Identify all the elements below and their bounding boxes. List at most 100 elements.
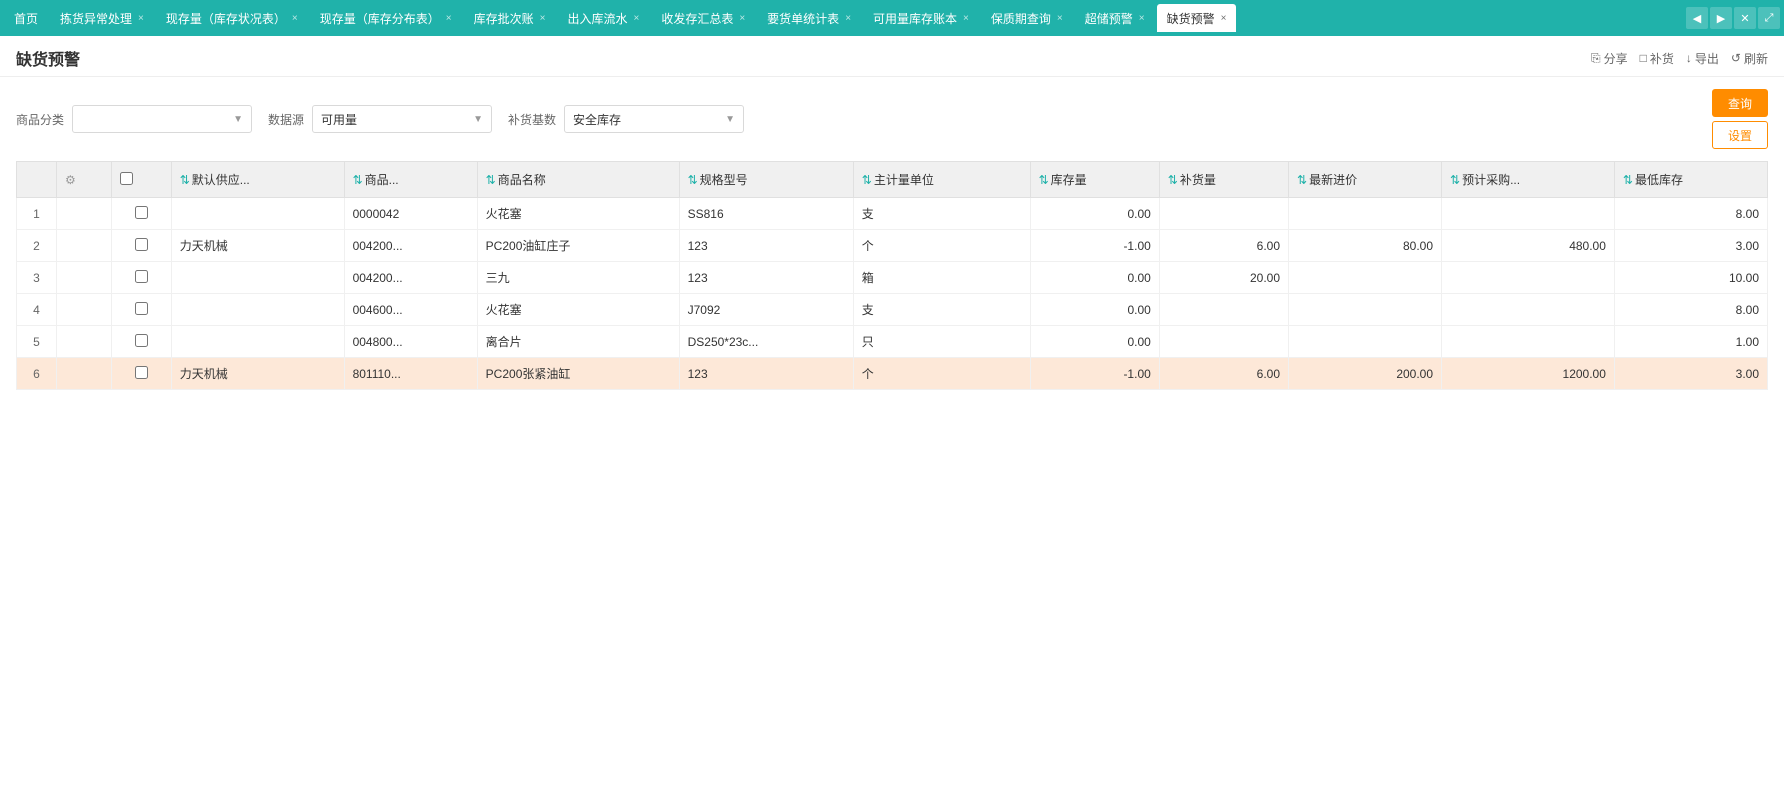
row-cb-2[interactable] (135, 238, 148, 251)
tab-label-batch-account: 库存批次账 (474, 10, 534, 27)
tab-close-demand-stat[interactable]: × (845, 13, 851, 24)
tab-expiry[interactable]: 保质期查询× (981, 4, 1073, 32)
cell-stock_qty-2: -1.00 (1030, 230, 1159, 262)
tab-shortage[interactable]: 缺货预警× (1157, 4, 1237, 32)
cell-min_stock-1: 8.00 (1614, 198, 1767, 230)
row-checkbox-5[interactable] (112, 326, 172, 358)
tab-expand-button[interactable]: ⤢ (1758, 7, 1780, 29)
tab-prev-button[interactable]: ◀ (1686, 7, 1708, 29)
col-header-product_name[interactable]: ⇅商品名称 (477, 162, 679, 198)
row-settings-6 (57, 358, 112, 390)
col-label-spec: 规格型号 (700, 173, 748, 187)
datasource-select[interactable]: 可用量 ▼ (312, 105, 492, 133)
tab-close-overstock[interactable]: × (1139, 13, 1145, 24)
tab-overstock[interactable]: 超储预警 × (1075, 4, 1155, 32)
tab-close-batch-account[interactable]: × (540, 13, 546, 24)
tab-available-ledger[interactable]: 可用量库存账本 × (863, 4, 979, 32)
tab-inventory-status[interactable]: 现存量（库存状况表）× (156, 4, 308, 32)
select-all-checkbox[interactable] (120, 172, 133, 185)
export-button[interactable]: ↓ 导出 (1686, 50, 1719, 67)
tab-home[interactable]: 首页 (4, 4, 48, 32)
tab-close-available-ledger[interactable]: × (963, 13, 969, 24)
sort-icon-latest_price: ⇅ (1297, 173, 1307, 187)
tab-next-button[interactable]: ▶ (1710, 7, 1732, 29)
settings-button[interactable]: 设置 (1712, 121, 1768, 149)
tab-abnormal[interactable]: 拣货异常处理× (50, 4, 154, 32)
tab-inventory-dist[interactable]: 现存量（库存分布表）× (310, 4, 462, 32)
tab-flow[interactable]: 出入库流水× (557, 4, 649, 32)
col-header-unit[interactable]: ⇅主计量单位 (853, 162, 1030, 198)
tab-close-receipt-summary[interactable]: × (739, 13, 745, 24)
refresh-icon: ↺ (1731, 51, 1741, 65)
cell-spec-1: SS816 (679, 198, 853, 230)
cell-unit-5: 只 (853, 326, 1030, 358)
tab-batch-account[interactable]: 库存批次账 × (464, 4, 556, 32)
share-button[interactable]: ⎘ 分享 (1591, 50, 1628, 67)
tab-label-overstock: 超储预警 (1085, 10, 1133, 27)
cell-latest_price-5 (1289, 326, 1442, 358)
row-checkbox-3[interactable] (112, 262, 172, 294)
row-cb-5[interactable] (135, 334, 148, 347)
tab-close-flow[interactable]: × (633, 13, 639, 24)
cell-min_stock-6: 3.00 (1614, 358, 1767, 390)
col-label-stock_qty: 库存量 (1051, 173, 1087, 187)
row-cb-1[interactable] (135, 206, 148, 219)
tab-close-inventory-status[interactable]: × (292, 13, 298, 24)
tab-label-available-ledger: 可用量库存账本 (873, 10, 957, 27)
refresh-button[interactable]: ↺ 刷新 (1731, 50, 1768, 67)
cell-default_supplier-1 (171, 198, 344, 230)
tab-close-button[interactable]: ✕ (1734, 7, 1756, 29)
row-checkbox-2[interactable] (112, 230, 172, 262)
row-checkbox-1[interactable] (112, 198, 172, 230)
tab-close-shortage[interactable]: × (1221, 13, 1227, 24)
tab-demand-stat[interactable]: 要货单统计表× (757, 4, 861, 32)
search-button[interactable]: 查询 (1712, 89, 1768, 117)
row-cb-4[interactable] (135, 302, 148, 315)
sort-icon-stock_qty: ⇅ (1039, 173, 1049, 187)
sort-icon-unit: ⇅ (862, 173, 872, 187)
tab-label-home: 首页 (14, 10, 38, 27)
cell-default_supplier-2: 力天机械 (171, 230, 344, 262)
replenish-button[interactable]: □ 补货 (1640, 50, 1674, 67)
cell-unit-2: 个 (853, 230, 1030, 262)
cell-min_stock-5: 1.00 (1614, 326, 1767, 358)
sort-icon-est_purchase: ⇅ (1450, 173, 1460, 187)
category-select[interactable]: ▼ (72, 105, 252, 133)
main-content: 缺货预警 ⎘ 分享 □ 补货 ↓ 导出 ↺ 刷新 商品分类 (0, 36, 1784, 796)
cell-est_purchase-5 (1442, 326, 1615, 358)
col-header-stock_qty[interactable]: ⇅库存量 (1030, 162, 1159, 198)
tab-close-expiry[interactable]: × (1057, 13, 1063, 24)
replenish-icon: □ (1640, 51, 1647, 65)
col-header-replenish_qty[interactable]: ⇅补货量 (1159, 162, 1288, 198)
col-header-default_supplier[interactable]: ⇅默认供应... (171, 162, 344, 198)
sort-icon-min_stock: ⇅ (1623, 173, 1633, 187)
row-checkbox-4[interactable] (112, 294, 172, 326)
tab-close-inventory-dist[interactable]: × (446, 13, 452, 24)
tab-receipt-summary[interactable]: 收发存汇总表× (651, 4, 755, 32)
row-settings-3 (57, 262, 112, 294)
table-body: 10000042火花塞SS816支0.008.002力天机械004200...P… (17, 198, 1768, 390)
col-header-product_code[interactable]: ⇅商品... (344, 162, 477, 198)
cell-min_stock-3: 10.00 (1614, 262, 1767, 294)
row-cb-3[interactable] (135, 270, 148, 283)
table-row: 3004200...三九123箱0.0020.0010.00 (17, 262, 1768, 294)
row-checkbox-6[interactable] (112, 358, 172, 390)
cell-replenish_qty-6: 6.00 (1159, 358, 1288, 390)
cell-latest_price-4 (1289, 294, 1442, 326)
filter-action-buttons: 查询 设置 (1712, 89, 1768, 149)
cell-stock_qty-1: 0.00 (1030, 198, 1159, 230)
datasource-label: 数据源 (268, 111, 304, 128)
col-header-min_stock[interactable]: ⇅最低库存 (1614, 162, 1767, 198)
col-header-est_purchase[interactable]: ⇅预计采购... (1442, 162, 1615, 198)
col-label-product_code: 商品... (365, 173, 399, 187)
col-label-min_stock: 最低库存 (1635, 173, 1683, 187)
row-cb-6[interactable] (135, 366, 148, 379)
gear-icon[interactable]: ⚙ (65, 173, 76, 187)
replenish-basis-select[interactable]: 安全库存 ▼ (564, 105, 744, 133)
col-header-latest_price[interactable]: ⇅最新进价 (1289, 162, 1442, 198)
cell-product_code-5: 004800... (344, 326, 477, 358)
col-header-spec[interactable]: ⇅规格型号 (679, 162, 853, 198)
tab-close-abnormal[interactable]: × (138, 13, 144, 24)
cell-product_name-1: 火花塞 (477, 198, 679, 230)
cell-spec-5: DS250*23c... (679, 326, 853, 358)
